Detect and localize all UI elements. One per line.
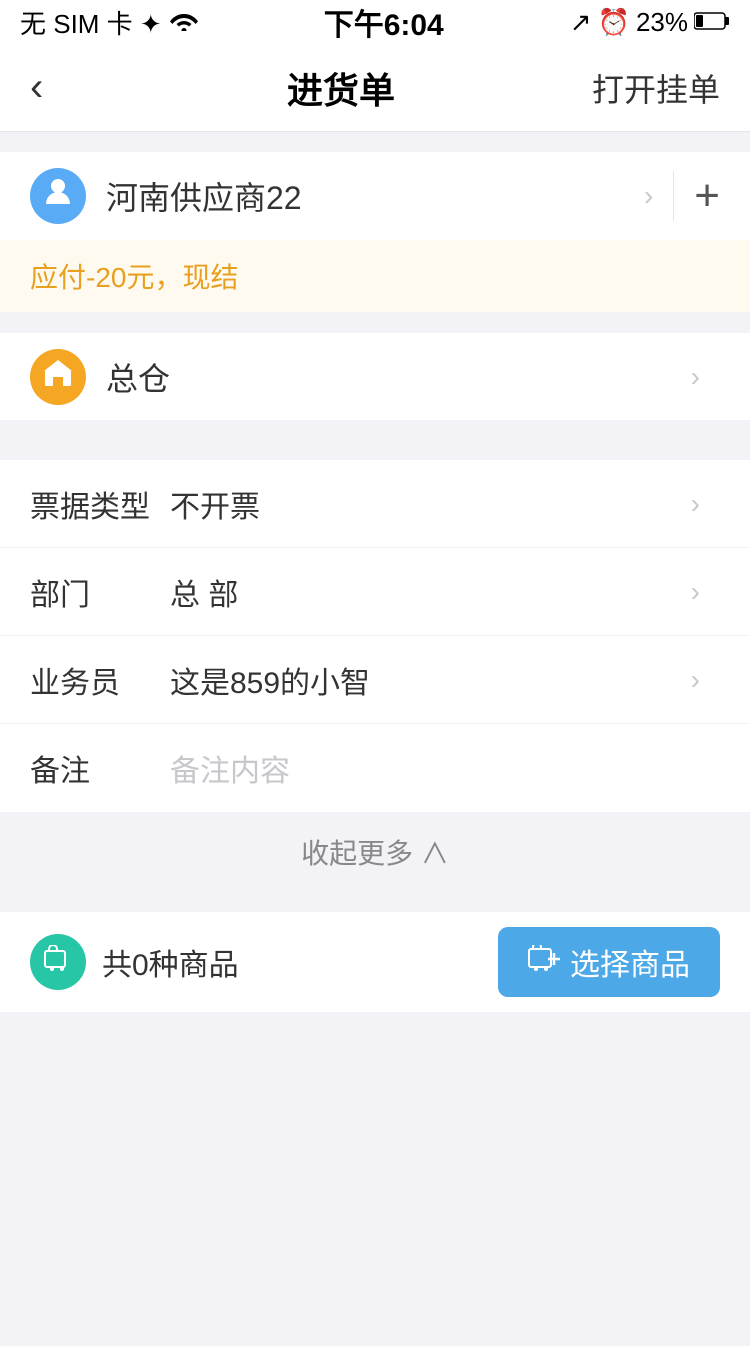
sales-label: 业务员 bbox=[30, 658, 150, 702]
collapse-label: 收起更多 ∧ bbox=[301, 832, 449, 872]
supplier-avatar bbox=[30, 168, 86, 224]
product-icon-wrap bbox=[30, 934, 86, 990]
supplier-section: 河南供应商22 › + 应付-20元，现结 bbox=[0, 152, 750, 312]
product-count-wrap: 共0种商品 bbox=[30, 934, 239, 990]
section-gap-3 bbox=[0, 420, 750, 440]
warehouse-icon bbox=[43, 359, 73, 394]
location-icon: ↗ bbox=[570, 7, 592, 38]
warehouse-row[interactable]: 总仓 › bbox=[0, 332, 750, 420]
status-left: 无 SIM 卡 ✦ bbox=[20, 4, 198, 41]
warehouse-name: 总仓 bbox=[106, 354, 691, 400]
page-title: 进货单 bbox=[287, 62, 395, 114]
warehouse-section: 总仓 › bbox=[0, 332, 750, 420]
warehouse-chevron-icon: › bbox=[691, 361, 700, 393]
supplier-row[interactable]: 河南供应商22 › + bbox=[0, 152, 750, 240]
invoice-value: 不开票 bbox=[150, 482, 691, 526]
sales-value: 这是859的小智 bbox=[150, 658, 691, 702]
form-section: 票据类型 不开票 › 部门 总 部 › 业务员 这是859的小智 › 备注 备注… bbox=[0, 460, 750, 812]
select-product-button[interactable]: 选择商品 bbox=[498, 927, 720, 997]
add-button[interactable]: + bbox=[673, 171, 720, 221]
collapse-row[interactable]: 收起更多 ∧ bbox=[0, 812, 750, 892]
warehouse-icon-wrap bbox=[30, 349, 86, 405]
dept-chevron-icon: › bbox=[691, 576, 700, 608]
dept-value: 总 部 bbox=[150, 570, 691, 614]
back-button[interactable]: ‹ bbox=[30, 65, 90, 110]
section-gap-2 bbox=[0, 312, 750, 332]
dept-row[interactable]: 部门 总 部 › bbox=[0, 548, 750, 636]
remark-label: 备注 bbox=[30, 746, 150, 790]
page-fill bbox=[0, 1012, 750, 1346]
alarm-icon: ⏰ bbox=[598, 7, 630, 38]
sales-chevron-icon: › bbox=[691, 664, 700, 696]
status-right: ↗ ⏰ 23% bbox=[570, 7, 730, 38]
section-gap-4 bbox=[0, 892, 750, 912]
bottom-bar: 共0种商品 选择商品 bbox=[0, 912, 750, 1012]
person-icon bbox=[42, 176, 74, 216]
notice-text: 应付-20元，现结 bbox=[30, 262, 238, 293]
sales-row[interactable]: 业务员 这是859的小智 › bbox=[0, 636, 750, 724]
invoice-row[interactable]: 票据类型 不开票 › bbox=[0, 460, 750, 548]
wifi-icon bbox=[170, 7, 198, 38]
invoice-chevron-icon: › bbox=[691, 488, 700, 520]
invoice-label: 票据类型 bbox=[30, 482, 150, 526]
status-time: 下午6:04 bbox=[324, 0, 444, 44]
section-gap-1 bbox=[0, 132, 750, 152]
remark-input[interactable]: 备注内容 bbox=[150, 746, 720, 790]
dept-label: 部门 bbox=[30, 570, 150, 614]
remark-row[interactable]: 备注 备注内容 bbox=[0, 724, 750, 812]
supplier-chevron-icon: › bbox=[644, 180, 653, 212]
no-sim-text: 无 SIM 卡 ✦ bbox=[20, 4, 162, 41]
battery-icon bbox=[694, 7, 730, 38]
supplier-name: 河南供应商22 bbox=[106, 173, 644, 219]
cart-icon bbox=[43, 945, 73, 980]
nav-bar: ‹ 进货单 打开挂单 bbox=[0, 44, 750, 132]
notice-bar: 应付-20元，现结 bbox=[0, 240, 750, 312]
product-count-text: 共0种商品 bbox=[102, 940, 239, 984]
status-bar: 无 SIM 卡 ✦ 下午6:04 ↗ ⏰ 23% bbox=[0, 0, 750, 44]
battery-text: 23% bbox=[636, 7, 688, 38]
open-pending-button[interactable]: 打开挂单 bbox=[592, 65, 720, 111]
select-product-icon bbox=[528, 945, 560, 980]
select-product-label: 选择商品 bbox=[570, 940, 690, 984]
